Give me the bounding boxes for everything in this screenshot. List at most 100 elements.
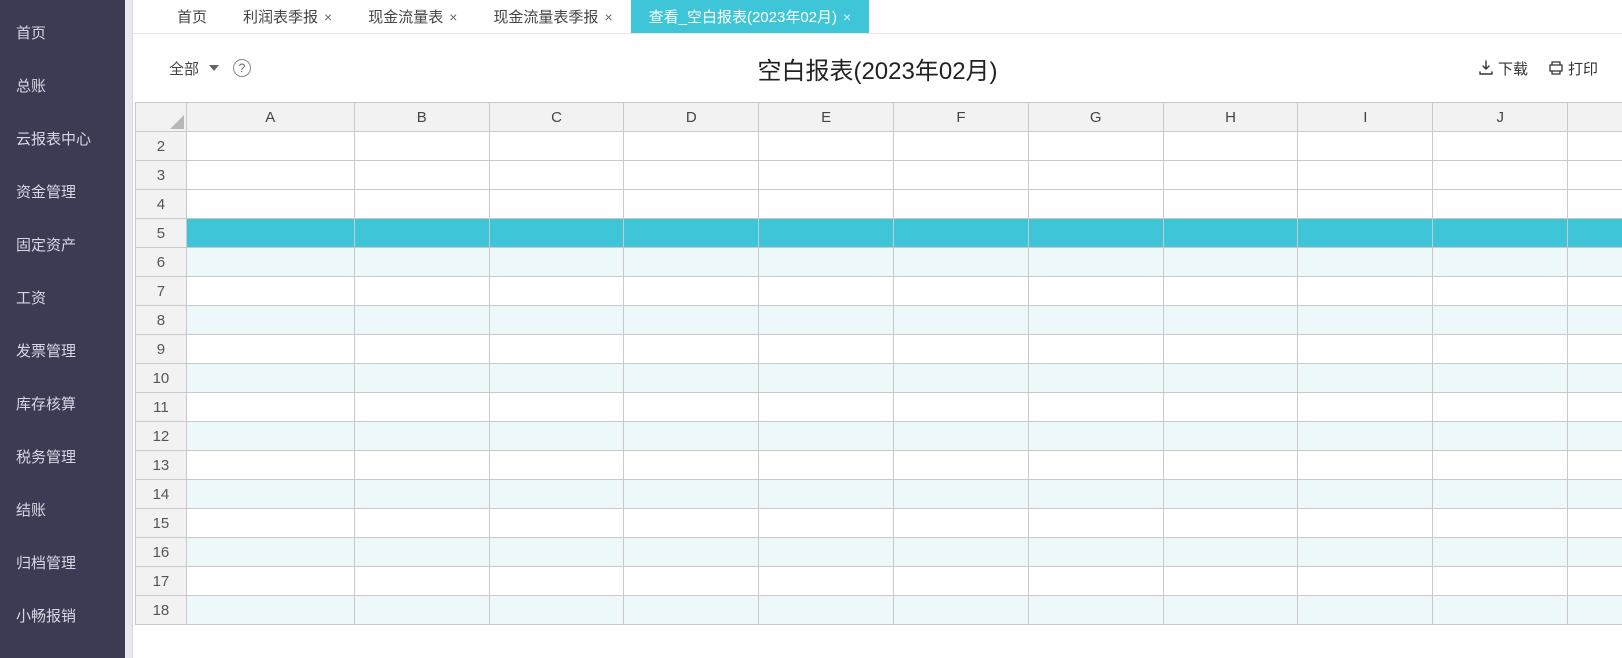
col-header-K[interactable]: K — [1568, 103, 1622, 132]
cell-H16[interactable] — [1163, 538, 1298, 567]
row-header-16[interactable]: 16 — [136, 538, 187, 567]
cell-C4[interactable] — [489, 190, 624, 219]
cell-I17[interactable] — [1298, 567, 1433, 596]
cell-D15[interactable] — [624, 509, 759, 538]
sidebar-item-1[interactable]: 总账 — [0, 59, 125, 112]
cell-I3[interactable] — [1298, 161, 1433, 190]
cell-K8[interactable] — [1568, 306, 1622, 335]
cell-K3[interactable] — [1568, 161, 1622, 190]
cell-A5[interactable] — [186, 219, 354, 248]
col-header-G[interactable]: G — [1028, 103, 1163, 132]
cell-C6[interactable] — [489, 248, 624, 277]
cell-G3[interactable] — [1028, 161, 1163, 190]
cell-H6[interactable] — [1163, 248, 1298, 277]
cell-C15[interactable] — [489, 509, 624, 538]
row-header-2[interactable]: 2 — [136, 132, 187, 161]
col-header-C[interactable]: C — [489, 103, 624, 132]
sidebar-item-10[interactable]: 归档管理 — [0, 536, 125, 589]
cell-J9[interactable] — [1433, 335, 1568, 364]
col-header-D[interactable]: D — [624, 103, 759, 132]
cell-I13[interactable] — [1298, 451, 1433, 480]
cell-E18[interactable] — [759, 596, 894, 625]
help-icon[interactable]: ? — [233, 59, 251, 77]
filter-dropdown[interactable]: 全部 ? — [169, 58, 251, 79]
cell-B8[interactable] — [354, 306, 489, 335]
tab-0[interactable]: 首页 — [159, 0, 225, 33]
cell-I2[interactable] — [1298, 132, 1433, 161]
cell-I4[interactable] — [1298, 190, 1433, 219]
cell-A4[interactable] — [186, 190, 354, 219]
cell-K13[interactable] — [1568, 451, 1622, 480]
cell-I6[interactable] — [1298, 248, 1433, 277]
cell-E17[interactable] — [759, 567, 894, 596]
cell-H3[interactable] — [1163, 161, 1298, 190]
sidebar-item-7[interactable]: 库存核算 — [0, 377, 125, 430]
cell-H8[interactable] — [1163, 306, 1298, 335]
close-icon[interactable]: × — [843, 9, 851, 25]
sidebar-item-0[interactable]: 首页 — [0, 6, 125, 59]
cell-C2[interactable] — [489, 132, 624, 161]
cell-F14[interactable] — [894, 480, 1029, 509]
cell-A9[interactable] — [186, 335, 354, 364]
cell-J7[interactable] — [1433, 277, 1568, 306]
cell-B6[interactable] — [354, 248, 489, 277]
cell-D14[interactable] — [624, 480, 759, 509]
cell-B9[interactable] — [354, 335, 489, 364]
cell-D13[interactable] — [624, 451, 759, 480]
cell-K10[interactable] — [1568, 364, 1622, 393]
cell-E12[interactable] — [759, 422, 894, 451]
cell-K16[interactable] — [1568, 538, 1622, 567]
cell-D10[interactable] — [624, 364, 759, 393]
cell-E2[interactable] — [759, 132, 894, 161]
download-button[interactable]: 下载 — [1478, 58, 1528, 79]
cell-C14[interactable] — [489, 480, 624, 509]
sidebar-item-2[interactable]: 云报表中心 — [0, 112, 125, 165]
cell-F9[interactable] — [894, 335, 1029, 364]
cell-E8[interactable] — [759, 306, 894, 335]
cell-H13[interactable] — [1163, 451, 1298, 480]
row-header-18[interactable]: 18 — [136, 596, 187, 625]
cell-G9[interactable] — [1028, 335, 1163, 364]
cell-F5[interactable] — [894, 219, 1029, 248]
grid-corner[interactable] — [136, 103, 187, 132]
cell-D17[interactable] — [624, 567, 759, 596]
cell-J4[interactable] — [1433, 190, 1568, 219]
cell-J3[interactable] — [1433, 161, 1568, 190]
tab-2[interactable]: 现金流量表× — [350, 0, 475, 33]
cell-B2[interactable] — [354, 132, 489, 161]
cell-A13[interactable] — [186, 451, 354, 480]
row-header-3[interactable]: 3 — [136, 161, 187, 190]
cell-H4[interactable] — [1163, 190, 1298, 219]
cell-C7[interactable] — [489, 277, 624, 306]
cell-G14[interactable] — [1028, 480, 1163, 509]
sidebar-item-3[interactable]: 资金管理 — [0, 165, 125, 218]
cell-G12[interactable] — [1028, 422, 1163, 451]
cell-A14[interactable] — [186, 480, 354, 509]
cell-A18[interactable] — [186, 596, 354, 625]
row-header-10[interactable]: 10 — [136, 364, 187, 393]
cell-A10[interactable] — [186, 364, 354, 393]
cell-I8[interactable] — [1298, 306, 1433, 335]
cell-F7[interactable] — [894, 277, 1029, 306]
tab-4[interactable]: 查看_空白报表(2023年02月)× — [631, 0, 870, 33]
cell-C3[interactable] — [489, 161, 624, 190]
cell-F10[interactable] — [894, 364, 1029, 393]
cell-E7[interactable] — [759, 277, 894, 306]
cell-B5[interactable] — [354, 219, 489, 248]
cell-E15[interactable] — [759, 509, 894, 538]
cell-H15[interactable] — [1163, 509, 1298, 538]
cell-G7[interactable] — [1028, 277, 1163, 306]
row-header-6[interactable]: 6 — [136, 248, 187, 277]
cell-J2[interactable] — [1433, 132, 1568, 161]
cell-C16[interactable] — [489, 538, 624, 567]
cell-F12[interactable] — [894, 422, 1029, 451]
row-header-7[interactable]: 7 — [136, 277, 187, 306]
cell-F8[interactable] — [894, 306, 1029, 335]
cell-I9[interactable] — [1298, 335, 1433, 364]
cell-B13[interactable] — [354, 451, 489, 480]
cell-J17[interactable] — [1433, 567, 1568, 596]
cell-I14[interactable] — [1298, 480, 1433, 509]
cell-E3[interactable] — [759, 161, 894, 190]
sidebar-item-9[interactable]: 结账 — [0, 483, 125, 536]
cell-E6[interactable] — [759, 248, 894, 277]
